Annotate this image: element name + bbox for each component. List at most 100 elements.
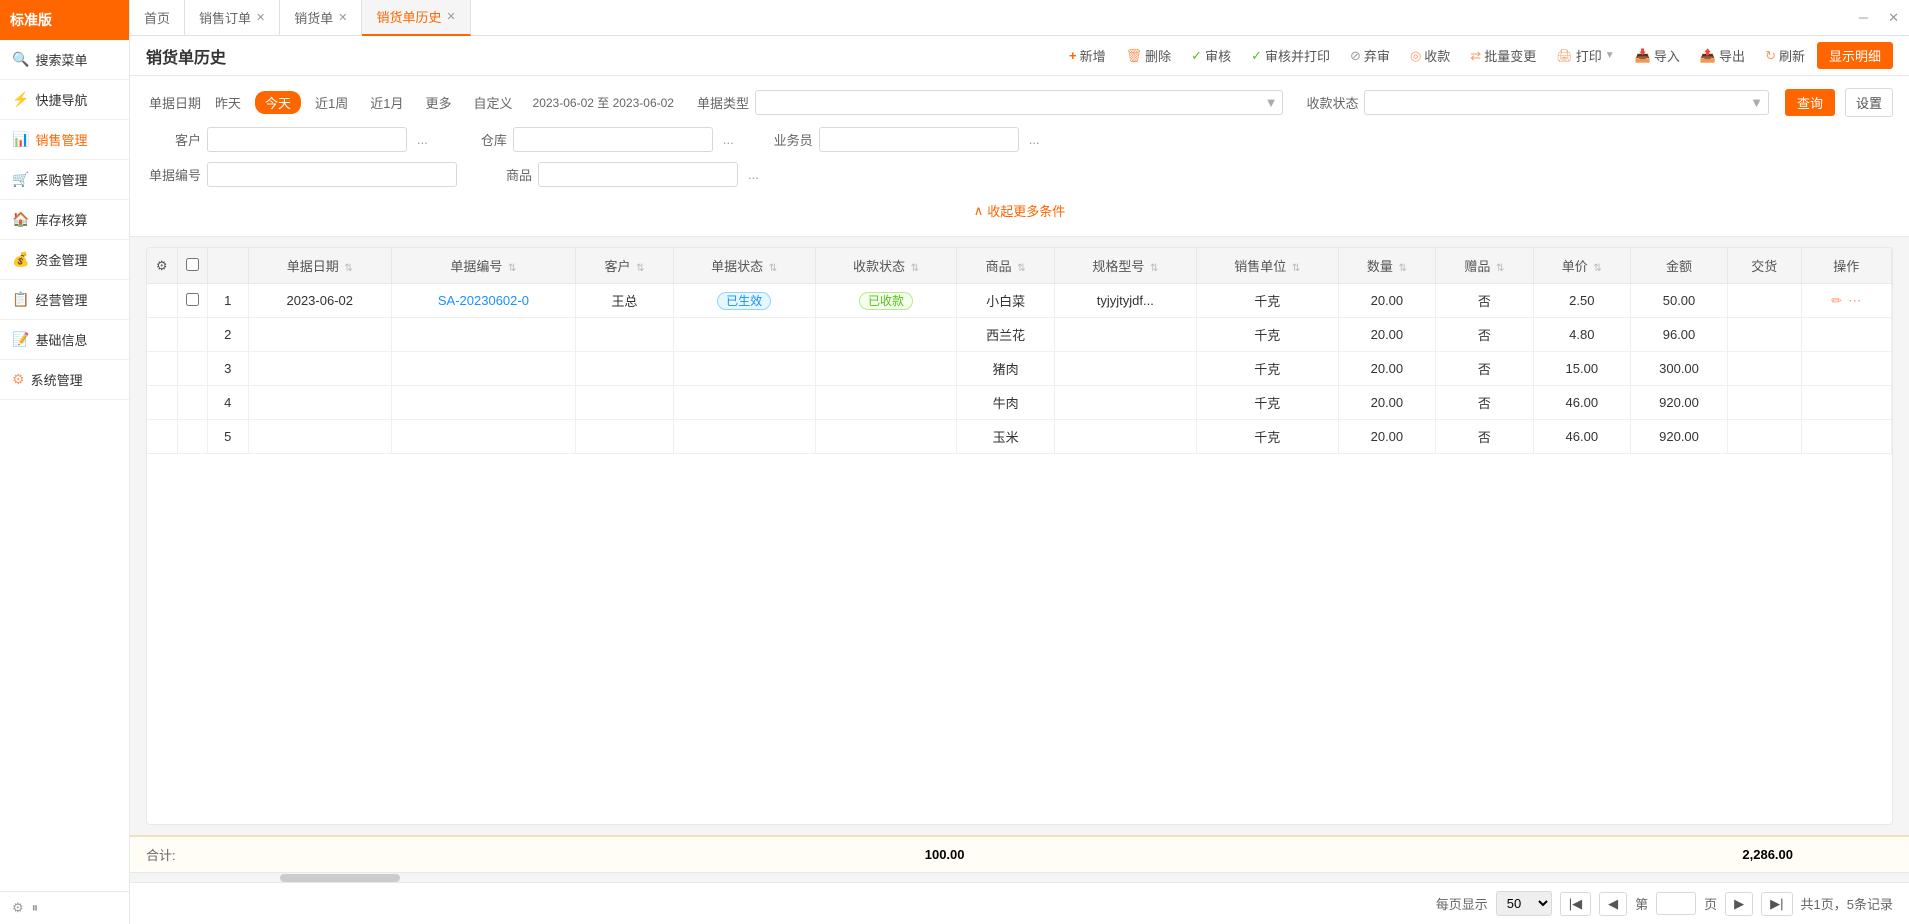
- col-doc-status[interactable]: 单据状态 ⇅: [673, 248, 815, 284]
- col-doc-no[interactable]: 单据编号 ⇅: [391, 248, 576, 284]
- sidebar-item-sales-mgmt[interactable]: 📊 销售管理: [0, 120, 129, 160]
- tab-sales-goods-close[interactable]: ✕: [338, 11, 347, 24]
- col-doc-date[interactable]: 单据日期 ⇅: [248, 248, 391, 284]
- cell-row-no: 4: [207, 386, 248, 420]
- pause-icon[interactable]: ⏸: [32, 900, 39, 916]
- customer-label: 客户: [146, 130, 201, 149]
- cell-doc-status: [673, 352, 815, 386]
- page-last-btn[interactable]: ▶|: [1761, 892, 1792, 916]
- col-pay-status[interactable]: 收款状态 ⇅: [815, 248, 957, 284]
- sidebar-item-label: 库存核算: [35, 210, 87, 229]
- staff-ellipsis-btn[interactable]: ...: [1025, 130, 1044, 149]
- sidebar-item-sys-mgmt[interactable]: ⚙ 系统管理: [0, 360, 129, 400]
- export-button[interactable]: 📤 导出: [1692, 42, 1753, 69]
- sidebar-item-purchase-mgmt[interactable]: 🛒 采购管理: [0, 160, 129, 200]
- edit-action-btn[interactable]: ✏: [1828, 293, 1845, 308]
- query-button[interactable]: 查询: [1785, 89, 1835, 116]
- sidebar-item-inventory[interactable]: 🏠 库存核算: [0, 200, 129, 240]
- date-tab-yesterday[interactable]: 昨天: [207, 91, 249, 114]
- fund-mgmt-icon: 💰: [12, 251, 29, 268]
- cell-unit: 千克: [1196, 420, 1338, 454]
- cell-goods: 玉米: [957, 420, 1054, 454]
- page-prev-btn[interactable]: ◀: [1599, 892, 1627, 916]
- collect-button[interactable]: ◎ 收款: [1402, 42, 1458, 69]
- purchase-mgmt-icon: 🛒: [12, 171, 29, 188]
- col-price[interactable]: 单价 ⇅: [1533, 248, 1630, 284]
- col-customer[interactable]: 客户 ⇅: [576, 248, 673, 284]
- tab-sales-history-close[interactable]: ✕: [447, 10, 456, 23]
- date-tab-more[interactable]: 更多: [418, 91, 460, 114]
- col-spec[interactable]: 规格型号 ⇅: [1054, 248, 1196, 284]
- audit-button[interactable]: ✓ 审核: [1183, 42, 1239, 69]
- page-next-btn[interactable]: ▶: [1725, 892, 1753, 916]
- select-all-checkbox[interactable]: [186, 258, 199, 271]
- page-input[interactable]: 1: [1656, 892, 1696, 915]
- cell-qty: 20.00: [1338, 284, 1435, 318]
- horizontal-scrollbar[interactable]: [130, 872, 1909, 882]
- import-button[interactable]: 📥 导入: [1627, 42, 1688, 69]
- filter-row-1: 单据日期 昨天 今天 近1周 近1月 更多 自定义 2023-06-02 至 2…: [146, 88, 1893, 117]
- audit-print-button[interactable]: ✓ 审核并打印: [1243, 42, 1338, 69]
- col-settings[interactable]: ⚙: [147, 248, 177, 284]
- abandon-button[interactable]: ⊘ 弃审: [1342, 42, 1398, 69]
- sidebar-item-basic-info[interactable]: 📝 基础信息: [0, 320, 129, 360]
- batch-change-button[interactable]: ⇄ 批量变更: [1462, 42, 1544, 69]
- show-detail-button[interactable]: 显示明细: [1817, 42, 1893, 69]
- goods-sort-icon: ⇅: [1017, 263, 1025, 274]
- tab-sales-goods[interactable]: 销货单 ✕: [280, 0, 362, 36]
- new-button[interactable]: + 新增: [1061, 42, 1114, 69]
- table-row: 3 猪肉 千克 20.00 否 15.00 300.00: [147, 352, 1892, 386]
- tab-sales-order[interactable]: 销售订单 ✕: [185, 0, 280, 36]
- tab-home[interactable]: 首页: [130, 0, 185, 36]
- per-page-select[interactable]: 50 100: [1496, 891, 1552, 916]
- date-tab-month[interactable]: 近1月: [362, 91, 411, 114]
- sidebar-item-fund-mgmt[interactable]: 💰 资金管理: [0, 240, 129, 280]
- cell-unit: 千克: [1196, 352, 1338, 386]
- pay-status-select[interactable]: [1364, 90, 1768, 115]
- customer-input[interactable]: [207, 127, 407, 152]
- page-first-btn[interactable]: |◀: [1560, 892, 1591, 916]
- col-goods[interactable]: 商品 ⇅: [957, 248, 1054, 284]
- cell-amount: 96.00: [1631, 318, 1728, 352]
- query-label: 查询: [1797, 96, 1823, 111]
- sidebar-item-search-menu[interactable]: 🔍 搜索菜单: [0, 40, 129, 80]
- col-unit[interactable]: 销售单位 ⇅: [1196, 248, 1338, 284]
- date-tab-today[interactable]: 今天: [255, 91, 301, 114]
- print-button[interactable]: 🖨 打印 ▼: [1548, 42, 1622, 69]
- print-icon: 🖨: [1556, 48, 1573, 64]
- goods-input[interactable]: [538, 162, 738, 187]
- tab-sales-order-close[interactable]: ✕: [256, 11, 265, 24]
- spec-sort-icon: ⇅: [1150, 263, 1158, 274]
- sidebar-item-ops-mgmt[interactable]: 📋 经营管理: [0, 280, 129, 320]
- window-close-btn[interactable]: ✕: [1878, 10, 1909, 26]
- goods-ellipsis-btn[interactable]: ...: [744, 165, 763, 184]
- col-qty[interactable]: 数量 ⇅: [1338, 248, 1435, 284]
- filter-doc-no: 单据编号: [146, 162, 457, 187]
- gift-sort-icon: ⇅: [1496, 263, 1504, 274]
- window-minimize-btn[interactable]: ─: [1849, 10, 1878, 25]
- settings-icon[interactable]: ⚙: [12, 900, 24, 916]
- doc-type-select[interactable]: [755, 90, 1284, 115]
- sales-mgmt-icon: 📊: [12, 131, 29, 148]
- scrollbar-thumb[interactable]: [280, 874, 400, 882]
- tab-sales-history[interactable]: 销货单历史 ✕: [362, 0, 470, 36]
- staff-input[interactable]: [819, 127, 1019, 152]
- date-tab-week[interactable]: 近1周: [307, 91, 356, 114]
- warehouse-ellipsis-btn[interactable]: ...: [719, 130, 738, 149]
- settings-button[interactable]: 设置: [1845, 88, 1893, 117]
- filter-collapse-btn[interactable]: ∧ 收起更多条件: [146, 197, 1893, 224]
- sidebar-logo: 标准版: [0, 0, 129, 40]
- row-checkbox[interactable]: [186, 293, 199, 306]
- doc-no-link[interactable]: SA-20230602-0: [438, 293, 529, 308]
- customer-ellipsis-btn[interactable]: ...: [413, 130, 432, 149]
- refresh-button[interactable]: ↻ 刷新: [1757, 42, 1813, 69]
- more-action-btn[interactable]: ⋯: [1845, 293, 1864, 308]
- date-tab-custom[interactable]: 自定义: [466, 91, 521, 114]
- col-gift[interactable]: 赠品 ⇅: [1436, 248, 1533, 284]
- doc-no-input[interactable]: [207, 162, 457, 187]
- doc-status-badge: 已生效: [717, 292, 771, 310]
- cell-customer: [576, 318, 673, 352]
- warehouse-input[interactable]: [513, 127, 713, 152]
- delete-button[interactable]: 🗑 删除: [1118, 42, 1180, 69]
- sidebar-item-quick-nav[interactable]: ⚡ 快捷导航: [0, 80, 129, 120]
